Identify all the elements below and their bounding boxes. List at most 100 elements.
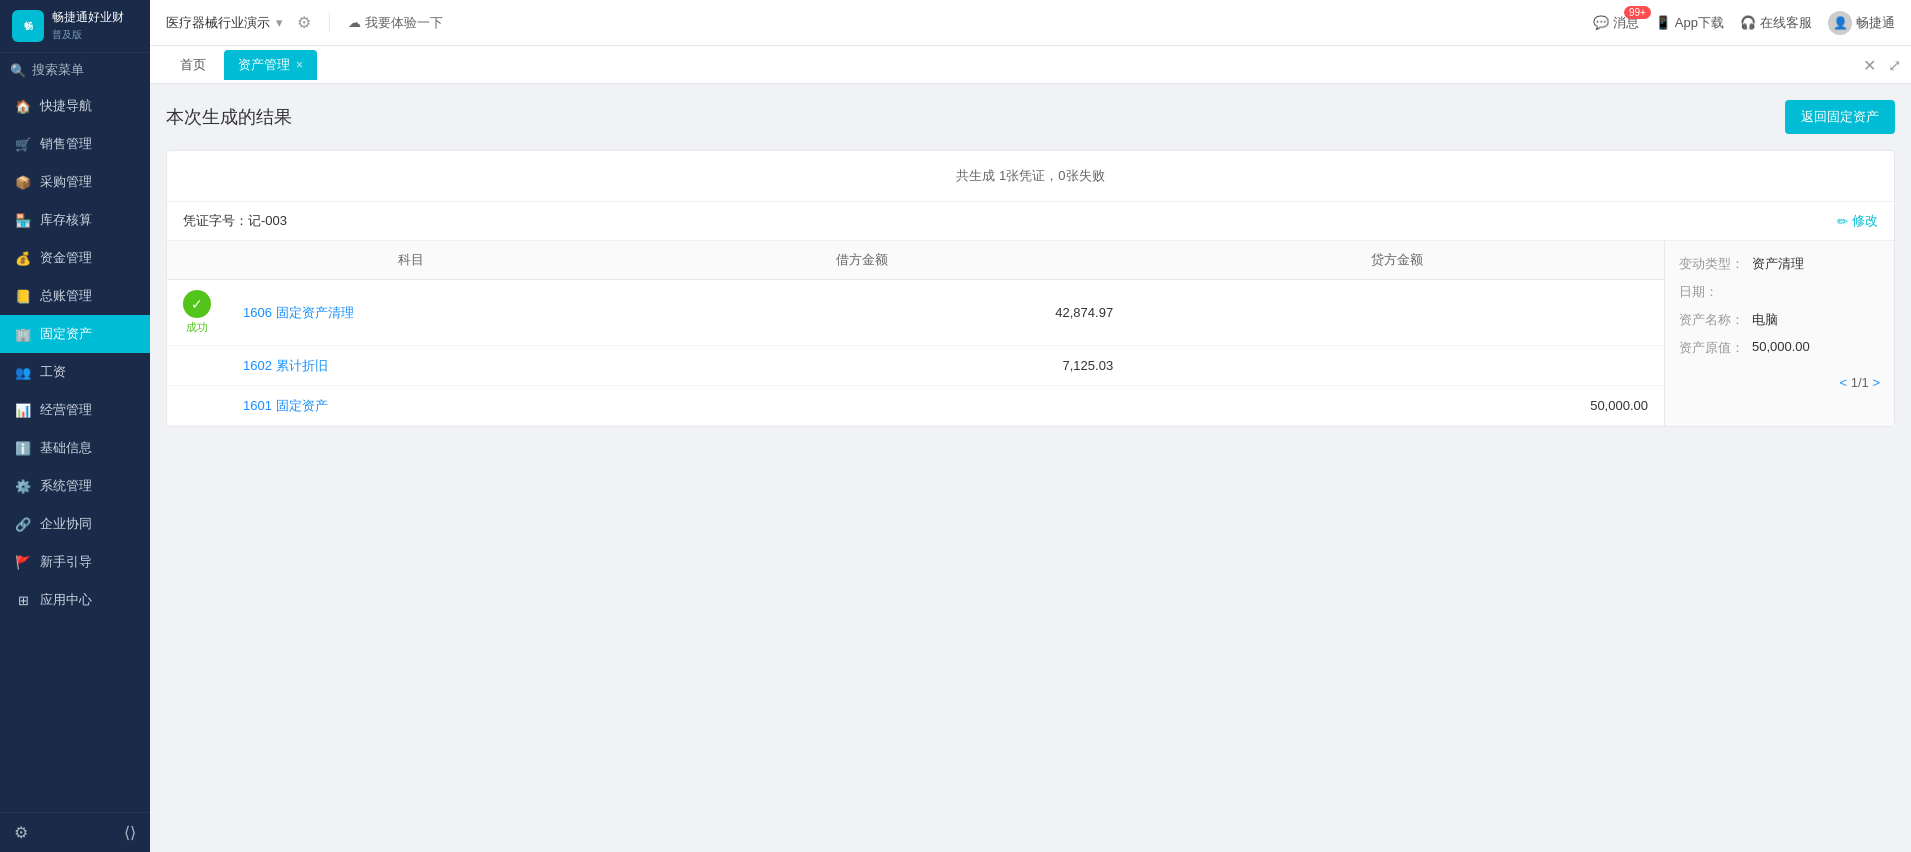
wallet-icon: 💰 bbox=[14, 249, 32, 267]
sidebar-item-purchase[interactable]: 📦 采购管理 bbox=[0, 163, 150, 201]
flag-icon: 🚩 bbox=[14, 553, 32, 571]
logo-icon: 畅 bbox=[12, 10, 44, 42]
nav-label: 资金管理 bbox=[40, 249, 92, 267]
settings-icon[interactable]: ⚙ bbox=[14, 823, 28, 842]
sidebar-item-quicknav[interactable]: 🏠 快捷导航 bbox=[0, 87, 150, 125]
tab-close-icon[interactable]: × bbox=[296, 58, 303, 72]
service-icon: 🎧 bbox=[1740, 15, 1756, 30]
debit-cell-1: 42,874.97 bbox=[594, 295, 1129, 330]
sidebar-item-system[interactable]: ⚙️ 系统管理 bbox=[0, 467, 150, 505]
sidebar-item-fixed-assets[interactable]: 🏢 固定资产 bbox=[0, 315, 150, 353]
nav-label: 销售管理 bbox=[40, 135, 92, 153]
result-summary: 共生成 1张凭证，0张失败 bbox=[167, 151, 1894, 202]
th-credit: 贷方金额 bbox=[1129, 241, 1664, 279]
asset-name-row: 资产名称： 电脑 bbox=[1679, 311, 1880, 329]
date-row: 日期： bbox=[1679, 283, 1880, 301]
service-label: 在线客服 bbox=[1760, 14, 1812, 32]
sidebar-item-inventory[interactable]: 🏪 库存核算 bbox=[0, 201, 150, 239]
user-menu[interactable]: 👤 畅捷通 bbox=[1828, 11, 1895, 35]
next-page[interactable]: > bbox=[1872, 375, 1880, 390]
search-menu[interactable]: 🔍 搜索菜单 bbox=[0, 53, 150, 87]
collapse-icon[interactable]: ⟨⟩ bbox=[124, 823, 136, 842]
date-label: 日期： bbox=[1679, 283, 1718, 301]
sidebar-item-operations[interactable]: 📊 经营管理 bbox=[0, 391, 150, 429]
voucher-header-row: 凭证字号：记-003 ✏ 修改 bbox=[167, 202, 1894, 241]
pagination: < 1/1 > bbox=[1679, 367, 1880, 390]
tab-asset-mgmt-label: 资产管理 bbox=[238, 56, 290, 74]
message-btn[interactable]: 💬 消息 99+ bbox=[1593, 14, 1639, 32]
home-icon: 🏠 bbox=[14, 97, 32, 115]
dropdown-icon: ▾ bbox=[276, 15, 283, 30]
edit-label: 修改 bbox=[1852, 212, 1878, 230]
sidebar-item-cooperation[interactable]: 🔗 企业协同 bbox=[0, 505, 150, 543]
search-menu-label: 搜索菜单 bbox=[32, 61, 84, 79]
edit-button[interactable]: ✏ 修改 bbox=[1837, 212, 1878, 230]
sidebar-item-guide[interactable]: 🚩 新手引导 bbox=[0, 543, 150, 581]
tab-home-label: 首页 bbox=[180, 57, 206, 72]
sidebar-nav: 🛒 销售管理 📦 采购管理 🏪 库存核算 💰 资金管理 📒 总账管理 🏢 固定资… bbox=[0, 125, 150, 812]
message-badge: 99+ bbox=[1624, 6, 1651, 19]
nav-label: 固定资产 bbox=[40, 325, 92, 343]
back-to-fixed-assets-button[interactable]: 返回固定资产 bbox=[1785, 100, 1895, 134]
user-name: 畅捷通 bbox=[1856, 14, 1895, 32]
success-text: 成功 bbox=[186, 320, 208, 335]
change-type-value: 资产清理 bbox=[1752, 255, 1804, 273]
subject-link-2[interactable]: 1602 累计折旧 bbox=[243, 358, 328, 373]
warehouse-icon: 🏪 bbox=[14, 211, 32, 229]
subject-link-1[interactable]: 1606 固定资产清理 bbox=[243, 305, 354, 320]
subject-link-3[interactable]: 1601 固定资产 bbox=[243, 398, 328, 413]
sidebar-item-finance[interactable]: 💰 资金管理 bbox=[0, 239, 150, 277]
status-cell-3 bbox=[167, 396, 227, 416]
experience-icon: ☁ bbox=[348, 15, 361, 30]
tab-asset-mgmt[interactable]: 资产管理 × bbox=[224, 50, 317, 80]
prev-page[interactable]: < bbox=[1840, 375, 1848, 390]
app-name: 畅捷通好业财 bbox=[52, 10, 124, 26]
th-debit: 借方金额 bbox=[594, 241, 1129, 279]
change-type-label: 变动类型： bbox=[1679, 255, 1744, 273]
subject-cell-1: 1606 固定资产清理 bbox=[227, 294, 594, 332]
tab-home[interactable]: 首页 bbox=[166, 50, 220, 80]
sidebar-item-sales[interactable]: 🛒 销售管理 bbox=[0, 125, 150, 163]
experience-label: 我要体验一下 bbox=[365, 14, 443, 32]
table-header: 科目 借方金额 贷方金额 bbox=[167, 241, 1664, 280]
nav-label: 经营管理 bbox=[40, 401, 92, 419]
sidebar-item-basic[interactable]: ℹ️ 基础信息 bbox=[0, 429, 150, 467]
sidebar-item-ledger[interactable]: 📒 总账管理 bbox=[0, 277, 150, 315]
nav-label: 新手引导 bbox=[40, 553, 92, 571]
building-icon: 🏢 bbox=[14, 325, 32, 343]
asset-name-label: 资产名称： bbox=[1679, 311, 1744, 329]
topbar-gear-icon[interactable]: ⚙ bbox=[297, 13, 311, 32]
table-row: 1601 固定资产 50,000.00 bbox=[167, 386, 1664, 426]
sidebar-header: 畅 畅捷通好业财 普及版 bbox=[0, 0, 150, 53]
app-edition: 普及版 bbox=[52, 28, 124, 42]
content-area: 本次生成的结果 返回固定资产 共生成 1张凭证，0张失败 凭证字号：记-003 … bbox=[150, 84, 1911, 852]
sidebar-item-apps[interactable]: ⊞ 应用中心 bbox=[0, 581, 150, 619]
experience-btn[interactable]: ☁ 我要体验一下 bbox=[348, 14, 443, 32]
table-row: 1602 累计折旧 7,125.03 bbox=[167, 346, 1664, 386]
credit-cell-1 bbox=[1129, 303, 1664, 323]
avatar: 👤 bbox=[1828, 11, 1852, 35]
nav-label: 系统管理 bbox=[40, 477, 92, 495]
info-icon: ℹ️ bbox=[14, 439, 32, 457]
online-service-btn[interactable]: 🎧 在线客服 bbox=[1740, 14, 1812, 32]
page-title-bar: 本次生成的结果 返回固定资产 bbox=[166, 100, 1895, 134]
book-icon: 📒 bbox=[14, 287, 32, 305]
asset-name-value: 电脑 bbox=[1752, 311, 1778, 329]
box-icon: 📦 bbox=[14, 173, 32, 191]
nav-label: 应用中心 bbox=[40, 591, 92, 609]
side-panel: 变动类型： 资产清理 日期： 资产名称： 电脑 资产原值： 50,000.00 bbox=[1664, 241, 1894, 426]
sidebar-item-salary[interactable]: 👥 工资 bbox=[0, 353, 150, 391]
table-row: ✓ 成功 1606 固定资产清理 42,874.97 bbox=[167, 280, 1664, 346]
nav-label: 总账管理 bbox=[40, 287, 92, 305]
company-selector[interactable]: 医疗器械行业演示 ▾ bbox=[166, 14, 283, 32]
chart-icon: 📊 bbox=[14, 401, 32, 419]
table-main: 科目 借方金额 贷方金额 ✓ 成功 1606 固定资产清理 42,874 bbox=[167, 241, 1664, 426]
th-status bbox=[167, 241, 227, 279]
nav-label: 工资 bbox=[40, 363, 66, 381]
subject-cell-3: 1601 固定资产 bbox=[227, 387, 594, 425]
result-panel: 共生成 1张凭证，0张失败 凭证字号：记-003 ✏ 修改 科目 借方金额 bbox=[166, 150, 1895, 427]
credit-cell-2 bbox=[1129, 356, 1664, 376]
sidebar-footer: ⚙ ⟨⟩ bbox=[0, 812, 150, 852]
app-download-btn[interactable]: 📱 App下载 bbox=[1655, 14, 1724, 32]
app-icon: 📱 bbox=[1655, 15, 1671, 30]
